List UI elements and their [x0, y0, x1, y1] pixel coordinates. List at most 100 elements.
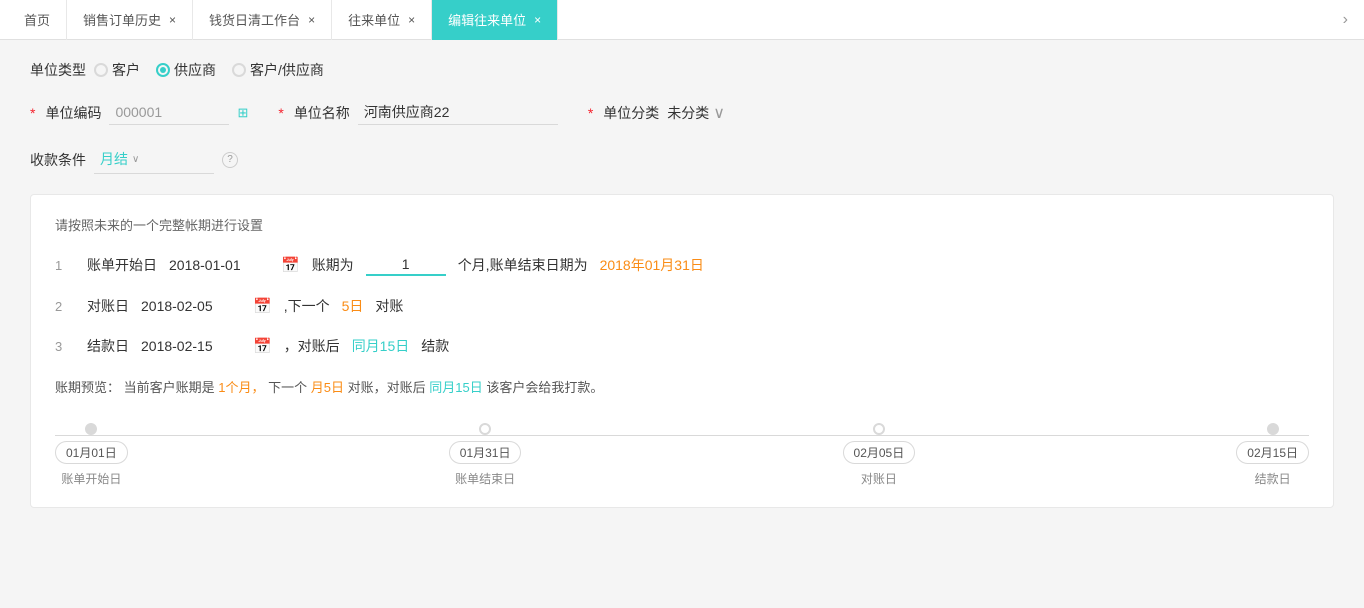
period-date-1: 2018-01-01 [169, 257, 269, 273]
radio-supplier-circle [156, 63, 170, 77]
timeline-date-label-2: 账单结束日 [455, 470, 515, 487]
code-input[interactable] [109, 100, 229, 125]
tab-home[interactable]: 首页 [8, 0, 67, 40]
payment-row: 收款条件 月结 ∨ ? [30, 145, 1334, 174]
radio-customer[interactable]: 客户 [94, 60, 140, 80]
period-suffix-before-3: ，对账后 [284, 336, 340, 356]
category-dropdown[interactable]: 未分类 ∨ [667, 103, 725, 123]
payment-field: 收款条件 月结 ∨ ? [30, 145, 238, 174]
timeline-date-badge-4: 02月15日 [1236, 441, 1309, 464]
code-field: * 单位编码 ⊞ [30, 100, 248, 125]
timeline-node-4: 02月15日 结款日 [1236, 423, 1309, 487]
unit-type-row: 单位类型 客户 供应商 客户/供应商 [30, 60, 1334, 80]
category-value: 未分类 [667, 103, 709, 123]
main-content: 单位类型 客户 供应商 客户/供应商 * 单位编码 [0, 40, 1364, 608]
timeline-node-circle-2 [479, 423, 491, 435]
period-suffix-before-1: 账期为 [312, 255, 354, 275]
timeline-node-1: 01月01日 账单开始日 [55, 423, 128, 487]
timeline-date-label-1: 账单开始日 [61, 470, 121, 487]
period-suffix-before-2: ,下一个 [284, 296, 330, 316]
preview-highlight-3: 同月15日 [429, 380, 482, 395]
period-row-3: 3 结款日 2018-02-15 📅 ，对账后 同月15日 结款 [55, 336, 1309, 356]
preview-highlight-1: 1个月， [218, 380, 264, 395]
timeline-node-circle-1 [85, 423, 97, 435]
name-label: 单位名称 [294, 103, 350, 123]
code-name-category-row: * 单位编码 ⊞ * 单位名称 * 单位分类 未分类 ∨ [30, 100, 1334, 125]
period-label-3: 结款日 [87, 336, 129, 356]
period-suffix-after-3: 结款 [421, 336, 449, 356]
timeline-date-badge-2: 01月31日 [449, 441, 522, 464]
preview-text-3: 对账，对账后 [348, 380, 426, 395]
payment-period-panel: 请按照未来的一个完整帐期进行设置 1 账单开始日 2018-01-01 📅 账期… [30, 194, 1334, 508]
period-payment-highlight: 同月15日 [352, 336, 410, 356]
radio-customer-circle [94, 63, 108, 77]
period-cal-icon-2[interactable]: 📅 [253, 297, 272, 315]
period-num-1: 1 [55, 258, 75, 273]
category-field: * 单位分类 未分类 ∨ [588, 103, 725, 123]
category-label: 单位分类 [603, 103, 659, 123]
period-cal-icon-1[interactable]: 📅 [281, 256, 300, 274]
category-required: * [588, 105, 593, 121]
timeline: 01月01日 账单开始日 01月31日 账单结束日 02月05日 对账日 [55, 423, 1309, 487]
unit-type-radio-group: 客户 供应商 客户/供应商 [94, 60, 324, 80]
period-suffix-after-2: 对账 [375, 296, 403, 316]
tab-edit-counterpart[interactable]: 编辑往来单位 × [432, 0, 558, 40]
code-label: 单位编码 [45, 103, 101, 123]
radio-customer-label: 客户 [112, 60, 140, 80]
period-months-input[interactable] [366, 254, 446, 276]
preview-label: 账期预览： [55, 380, 120, 395]
radio-both[interactable]: 客户/供应商 [232, 60, 324, 80]
period-row-2: 2 对账日 2018-02-05 📅 ,下一个 5日 对账 [55, 296, 1309, 316]
payment-dropdown-arrow-icon: ∨ [132, 154, 139, 165]
radio-supplier-label: 供应商 [174, 60, 216, 80]
tab-bar: 首页 销售订单历史 × 钱货日清工作台 × 往来单位 × 编辑往来单位 × › [0, 0, 1364, 40]
payment-value: 月结 [100, 149, 128, 169]
tab-cash-work-close[interactable]: × [308, 13, 315, 27]
timeline-date-badge-1: 01月01日 [55, 441, 128, 464]
unit-type-label: 单位类型 [30, 60, 86, 80]
payment-help-icon[interactable]: ? [222, 152, 238, 168]
tab-counterpart[interactable]: 往来单位 × [332, 0, 432, 40]
name-input[interactable] [358, 100, 558, 125]
timeline-node-circle-4 [1267, 423, 1279, 435]
tab-cash-work[interactable]: 钱货日清工作台 × [193, 0, 332, 40]
tab-sales-history[interactable]: 销售订单历史 × [67, 0, 193, 40]
period-end-date-highlight: 2018年01月31日 [600, 255, 704, 275]
panel-hint: 请按照未来的一个完整帐期进行设置 [55, 215, 1309, 234]
radio-both-circle [232, 63, 246, 77]
timeline-date-badge-3: 02月05日 [843, 441, 916, 464]
tab-edit-counterpart-close[interactable]: × [534, 13, 541, 27]
preview-highlight-2: 月5日 [311, 380, 344, 395]
preview-text-4: 该客户会给我打款。 [486, 380, 603, 395]
period-num-3: 3 [55, 339, 75, 354]
timeline-date-label-4: 结款日 [1255, 470, 1291, 487]
unit-type-field: 单位类型 客户 供应商 客户/供应商 [30, 60, 324, 80]
preview-text: 账期预览： 当前客户账期是 1个月， 下一个 月5日 对账，对账后 同月15日 … [55, 376, 1309, 399]
period-cal-icon-3[interactable]: 📅 [253, 337, 272, 355]
timeline-nodes: 01月01日 账单开始日 01月31日 账单结束日 02月05日 对账日 [55, 423, 1309, 487]
category-arrow-icon: ∨ [713, 103, 725, 123]
timeline-node-2: 01月31日 账单结束日 [449, 423, 522, 487]
period-label-2: 对账日 [87, 296, 129, 316]
name-required: * [278, 105, 283, 121]
radio-both-label: 客户/供应商 [250, 60, 324, 80]
code-required: * [30, 105, 35, 121]
name-field: * 单位名称 [278, 100, 557, 125]
payment-dropdown[interactable]: 月结 ∨ [94, 145, 214, 174]
preview-text-1: 当前客户账期是 [124, 380, 215, 395]
period-num-2: 2 [55, 299, 75, 314]
tab-sales-history-close[interactable]: × [169, 13, 176, 27]
period-reconcile-highlight: 5日 [342, 296, 364, 316]
code-copy-icon[interactable]: ⊞ [237, 105, 248, 121]
period-row-1: 1 账单开始日 2018-01-01 📅 账期为 个月,账单结束日期为 2018… [55, 254, 1309, 276]
period-suffix-after-1: 个月,账单结束日期为 [458, 255, 588, 275]
timeline-node-circle-3 [873, 423, 885, 435]
preview-text-2: 下一个 [268, 380, 307, 395]
tab-counterpart-close[interactable]: × [408, 13, 415, 27]
timeline-date-label-3: 对账日 [861, 470, 897, 487]
radio-supplier[interactable]: 供应商 [156, 60, 216, 80]
period-date-3: 2018-02-15 [141, 338, 241, 354]
timeline-node-3: 02月05日 对账日 [843, 423, 916, 487]
period-label-1: 账单开始日 [87, 255, 157, 275]
tab-more-button[interactable]: › [1335, 11, 1356, 29]
